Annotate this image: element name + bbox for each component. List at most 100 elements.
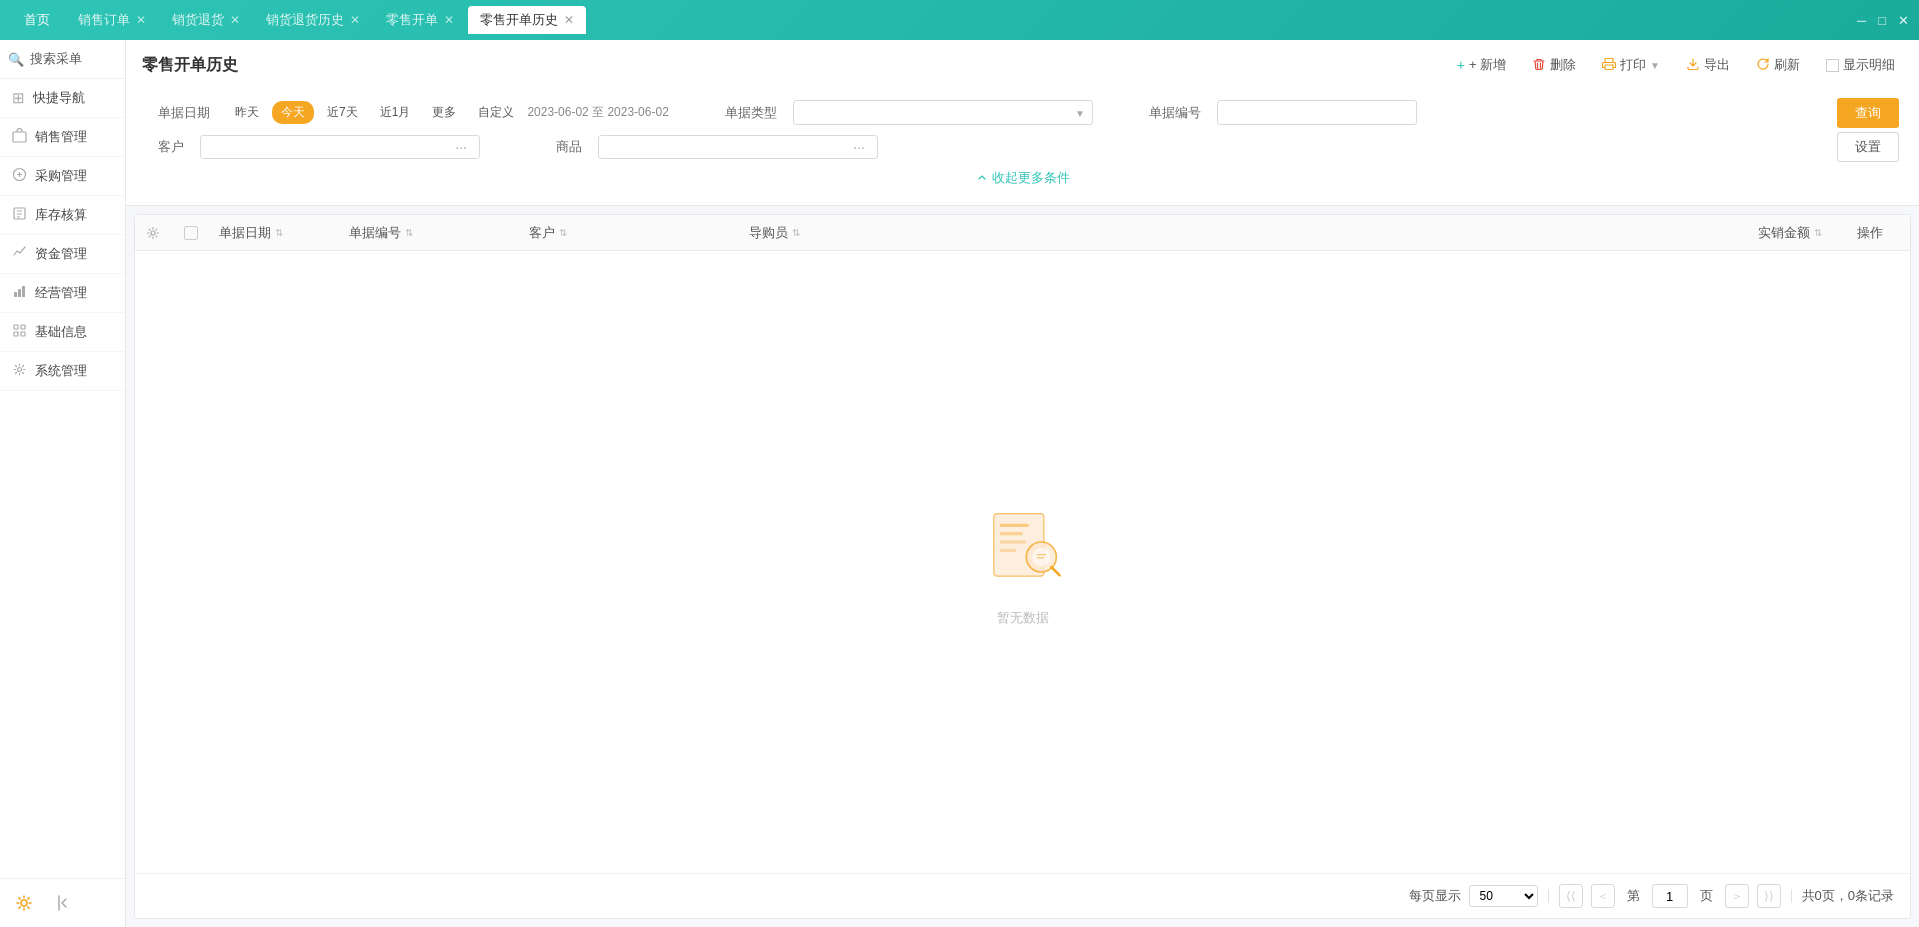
collapse-sidebar-btn[interactable] [48, 887, 80, 919]
sidebar: 🔍 搜索采单 ⊞ 快捷导航 销售管理 采购管理 [0, 40, 126, 927]
tab-sales-return-history[interactable]: 销货退货历史 ✕ [254, 6, 372, 34]
svg-line-24 [1051, 567, 1059, 575]
display-button[interactable]: 显示明细 [1818, 52, 1903, 78]
inventory-icon [12, 206, 27, 224]
goods-input-wrapper: ··· [598, 135, 878, 159]
sidebar-item-sales-mgmt-label: 销售管理 [35, 128, 87, 146]
sidebar-item-finance-label: 资金管理 [35, 245, 87, 263]
date-btn-yesterday[interactable]: 昨天 [226, 101, 268, 124]
date-btn-more[interactable]: 更多 [423, 101, 465, 124]
filter-row-1: 单据日期 昨天 今天 近7天 近1月 更多 自定义 2023-06-02 至 2… [158, 100, 1887, 125]
th-customer-sort-icon[interactable]: ⇅ [559, 227, 567, 238]
sidebar-item-purchase-mgmt[interactable]: 采购管理 [0, 157, 125, 196]
date-btn-7days[interactable]: 近7天 [318, 101, 367, 124]
tab-sales-order[interactable]: 销售订单 ✕ [66, 6, 158, 34]
svg-rect-7 [21, 325, 25, 329]
goods-input[interactable] [607, 140, 847, 155]
sidebar-item-system[interactable]: 系统管理 [0, 352, 125, 391]
svg-rect-19 [999, 532, 1022, 535]
tab-home[interactable]: 首页 [10, 6, 64, 34]
add-button[interactable]: + + 新增 [1449, 52, 1514, 78]
sidebar-search[interactable]: 🔍 搜索采单 [0, 40, 125, 79]
page-number-input[interactable] [1652, 884, 1688, 908]
top-bar: 首页 销售订单 ✕ 销货退货 ✕ 销货退货历史 ✕ 零售开单 ✕ 零售开单历史 … [0, 0, 1919, 40]
column-settings-btn[interactable] [135, 226, 171, 240]
first-page-btn[interactable]: ⟨⟨ [1559, 884, 1583, 908]
page-label-prefix: 第 [1627, 887, 1640, 905]
tab-retail-open[interactable]: 零售开单 ✕ [374, 6, 466, 34]
sidebar-item-ops[interactable]: 经营管理 [0, 274, 125, 313]
doc-type-select[interactable] [793, 100, 1093, 125]
svg-rect-14 [1605, 65, 1613, 70]
date-btn-custom[interactable]: 自定义 [469, 101, 523, 124]
page-title: 零售开单历史 [142, 55, 238, 76]
window-maximize[interactable]: □ [1878, 13, 1886, 28]
th-guide: 导购员 ⇅ [741, 224, 871, 242]
goods-label: 商品 [556, 138, 582, 156]
sidebar-item-sales-mgmt[interactable]: 销售管理 [0, 118, 125, 157]
th-number-sort-icon[interactable]: ⇅ [405, 227, 413, 238]
th-operation: 操作 [1830, 224, 1910, 242]
export-icon [1686, 57, 1700, 74]
sidebar-item-quick-nav[interactable]: ⊞ 快捷导航 [0, 79, 125, 118]
prev-page-btn[interactable]: ＜ [1591, 884, 1615, 908]
tab-sales-return-close[interactable]: ✕ [230, 14, 240, 26]
svg-rect-4 [18, 289, 21, 297]
page-label-suffix: 页 [1700, 887, 1713, 905]
tab-sales-order-label: 销售订单 [78, 11, 130, 29]
customer-ellipsis-btn[interactable]: ··· [451, 139, 471, 155]
sidebar-item-ops-label: 经营管理 [35, 284, 87, 302]
refresh-btn-label: 刷新 [1774, 56, 1800, 74]
sidebar-search-label: 搜索采单 [30, 50, 82, 68]
svg-rect-3 [14, 292, 17, 297]
delete-button[interactable]: 删除 [1524, 52, 1584, 78]
collapse-btn[interactable]: 收起更多条件 [158, 169, 1887, 187]
tab-retail-open-history[interactable]: 零售开单历史 ✕ [468, 6, 586, 34]
th-amount: 实销金额 ⇅ [1710, 224, 1830, 242]
doc-number-input[interactable] [1217, 100, 1417, 125]
tab-sales-return-history-close[interactable]: ✕ [350, 14, 360, 26]
settings-bottom-btn[interactable] [8, 887, 40, 919]
print-icon [1602, 57, 1616, 74]
customer-label: 客户 [158, 138, 184, 156]
query-button[interactable]: 查询 [1837, 98, 1899, 128]
th-number: 单据编号 ⇅ [341, 224, 521, 242]
tab-retail-open-close[interactable]: ✕ [444, 14, 454, 26]
tab-retail-open-history-close[interactable]: ✕ [564, 14, 574, 26]
date-btn-today[interactable]: 今天 [272, 101, 314, 124]
export-btn-label: 导出 [1704, 56, 1730, 74]
print-button[interactable]: 打印 ▼ [1594, 52, 1668, 78]
th-guide-sort-icon[interactable]: ⇅ [792, 227, 800, 238]
date-range-display: 2023-06-02 至 2023-06-02 [527, 104, 668, 121]
sidebar-item-basic[interactable]: 基础信息 [0, 313, 125, 352]
table-header: 单据日期 ⇅ 单据编号 ⇅ 客户 ⇅ 导购员 ⇅ 实销金额 [135, 215, 1910, 251]
window-close[interactable]: ✕ [1898, 13, 1909, 28]
checkbox-icon [1826, 59, 1839, 72]
select-all-checkbox[interactable] [171, 226, 211, 240]
page-size-select[interactable]: 50 10 20 100 [1469, 885, 1538, 907]
th-amount-sort-icon[interactable]: ⇅ [1814, 227, 1822, 238]
window-minimize[interactable]: ─ [1857, 13, 1866, 28]
refresh-icon [1756, 57, 1770, 74]
svg-rect-9 [21, 332, 25, 336]
sidebar-item-inventory[interactable]: 库存核算 [0, 196, 125, 235]
goods-ellipsis-btn[interactable]: ··· [849, 139, 869, 155]
sidebar-item-finance[interactable]: 资金管理 [0, 235, 125, 274]
th-date-sort-icon[interactable]: ⇅ [275, 227, 283, 238]
date-btn-1month[interactable]: 近1月 [371, 101, 420, 124]
svg-point-16 [151, 231, 155, 235]
svg-rect-0 [13, 132, 26, 142]
refresh-button[interactable]: 刷新 [1748, 52, 1808, 78]
customer-input[interactable] [209, 140, 449, 155]
export-button[interactable]: 导出 [1678, 52, 1738, 78]
tab-sales-order-close[interactable]: ✕ [136, 14, 146, 26]
tab-sales-return[interactable]: 销货退货 ✕ [160, 6, 252, 34]
settings-button[interactable]: 设置 [1837, 132, 1899, 162]
content: 零售开单历史 + + 新增 删除 [126, 40, 1919, 927]
next-page-btn[interactable]: ＞ [1725, 884, 1749, 908]
empty-state: 暂无数据 [135, 251, 1910, 873]
sidebar-item-inventory-label: 库存核算 [35, 206, 87, 224]
last-page-btn[interactable]: ⟩⟩ [1757, 884, 1781, 908]
collapse-btn-label: 收起更多条件 [992, 169, 1070, 187]
add-icon: + [1457, 57, 1465, 73]
